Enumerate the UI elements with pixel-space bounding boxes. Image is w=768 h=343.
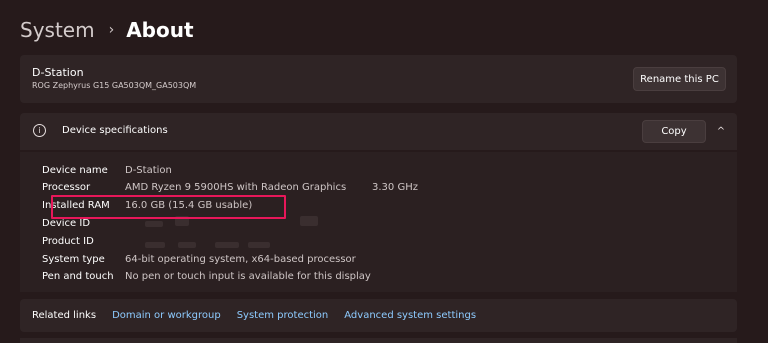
spec-row-product-id: Product ID: [42, 236, 125, 252]
pc-model: ROG Zephyrus G15 GA503QM_GA503QM: [32, 81, 197, 90]
spec-value: No pen or touch input is available for t…: [125, 271, 371, 282]
spec-value: D-Station: [125, 165, 172, 176]
spec-row-device-id: Device ID: [42, 218, 125, 234]
rename-pc-button[interactable]: Rename this PC: [633, 67, 726, 91]
chevron-up-icon[interactable]: ^: [714, 125, 728, 139]
redacted-product-id: [215, 242, 239, 248]
page-title: About: [126, 18, 194, 42]
breadcrumb-system-link[interactable]: System: [20, 18, 95, 42]
redacted-device-id: [300, 216, 318, 226]
info-icon: i: [33, 124, 46, 137]
chevron-right-icon: ›: [108, 22, 115, 38]
pc-name: D-Station: [32, 66, 84, 79]
spec-label: Device ID: [42, 218, 91, 229]
redacted-product-id: [178, 242, 196, 248]
device-specifications-header[interactable]: i Device specifications Copy ^: [20, 113, 737, 150]
spec-row-system-type: System type 64-bit operating system, x64…: [42, 254, 356, 270]
spec-label: Product ID: [42, 236, 94, 247]
related-links-title: Related links: [32, 310, 97, 321]
device-specifications-title: Device specifications: [62, 125, 168, 136]
redacted-device-id: [145, 221, 163, 227]
system-protection-link[interactable]: System protection: [237, 310, 329, 321]
spec-label: Pen and touch: [42, 271, 114, 282]
spec-extra: 3.30 GHz: [372, 182, 418, 193]
installed-ram-highlight: [51, 195, 286, 219]
next-card-edge: [20, 338, 737, 343]
spec-row-device-name: Device name D-Station: [42, 165, 172, 181]
related-links-bar: Related links Domain or workgroup System…: [20, 299, 737, 332]
spec-label: Device name: [42, 165, 108, 176]
redacted-product-id: [248, 242, 270, 248]
breadcrumb: System › About: [20, 14, 194, 46]
domain-workgroup-link[interactable]: Domain or workgroup: [112, 310, 221, 321]
spec-row-pen-touch: Pen and touch No pen or touch input is a…: [42, 271, 371, 287]
pc-name-card: D-Station ROG Zephyrus G15 GA503QM_GA503…: [20, 55, 737, 103]
spec-label: System type: [42, 254, 105, 265]
advanced-system-settings-link[interactable]: Advanced system settings: [344, 310, 476, 321]
redacted-product-id: [145, 242, 165, 248]
copy-button[interactable]: Copy: [642, 120, 706, 143]
spec-value: 64-bit operating system, x64-based proce…: [125, 254, 356, 265]
